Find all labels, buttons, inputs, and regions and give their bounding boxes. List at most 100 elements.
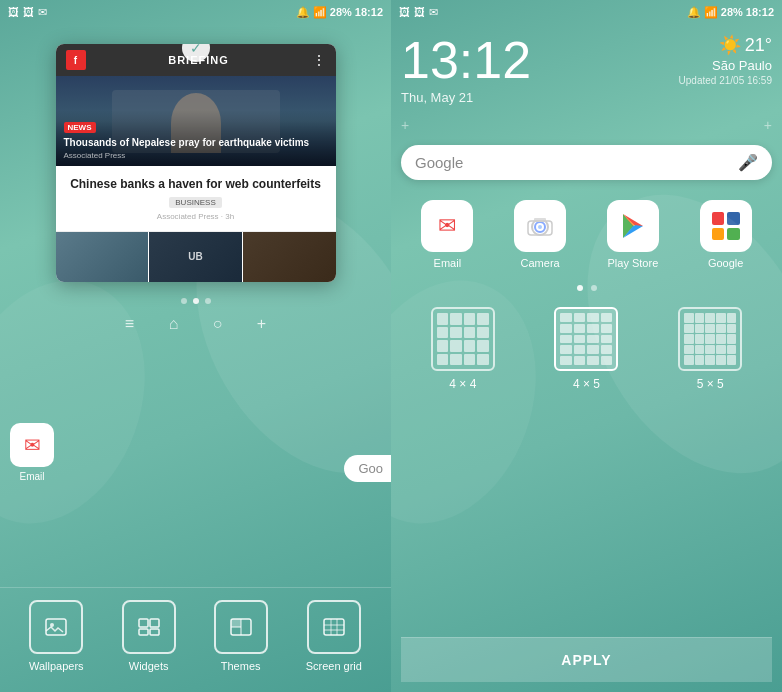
circle-icon[interactable]: ○ [206, 312, 230, 336]
dot-3 [205, 298, 211, 304]
grid-option-4x5[interactable]: 4 × 5 [554, 307, 618, 391]
email-app-icon: ✉ [421, 200, 473, 252]
status-left-icons: 🖼 🖼 ✉ [8, 6, 47, 19]
playstore-app-icon [607, 200, 659, 252]
app-camera[interactable]: Camera [514, 200, 566, 269]
grid-box-4x4 [431, 307, 495, 371]
plus-icon[interactable]: + [250, 312, 274, 336]
themes-icon [214, 600, 268, 654]
news-headline: Thousands of Nepalese pray for earthquak… [64, 136, 328, 149]
menu-widgets[interactable]: Widgets [122, 600, 176, 672]
left-bottom-menu: Wallpapers Widgets [0, 587, 391, 692]
plus-right: + [764, 117, 772, 133]
news-badge: NEWS [64, 122, 96, 133]
camera-svg [525, 214, 555, 238]
thumb-2: UB [149, 232, 243, 282]
right-status-time: 18:12 [746, 6, 774, 18]
widget-plus-row: + + [401, 117, 772, 133]
sun-icon: ☀️ [719, 34, 741, 56]
app-play-store[interactable]: Play Store [607, 200, 659, 269]
dot-2-active [193, 298, 199, 304]
google-cell-red [712, 212, 725, 225]
widgets-icon [122, 600, 176, 654]
menu-screen-grid[interactable]: Screen grid [306, 600, 362, 672]
card-article: Chinese banks a haven for web counterfei… [56, 166, 336, 232]
grid-option-5x5[interactable]: 5 × 5 [678, 307, 742, 391]
right-status-icon-3: ✉ [429, 6, 438, 19]
right-status-right: 🔔 📶 28% 18:12 [687, 6, 774, 19]
app-google[interactable]: Google [700, 200, 752, 269]
grid-label-5x5: 5 × 5 [697, 377, 724, 391]
svg-rect-5 [150, 629, 159, 635]
hamburger-icon[interactable]: ≡ [118, 312, 142, 336]
camera-app-label: Camera [521, 257, 560, 269]
left-status-bar: 🖼 🖼 ✉ 🔔 📶 28% 18:12 [0, 0, 391, 24]
app-card[interactable]: ✓ f BRIEFING ⋮ NEWS Thousands o [56, 44, 336, 282]
grid-label-4x4: 4 × 4 [449, 377, 476, 391]
clock-time: 13:12 [401, 34, 531, 86]
bottom-icons-row: ≡ ⌂ ○ + [118, 312, 274, 336]
svg-rect-4 [139, 629, 148, 635]
menu-wallpapers[interactable]: Wallpapers [29, 600, 84, 672]
google-cell-green [727, 228, 740, 241]
right-status-left: 🖼 🖼 ✉ [399, 6, 438, 19]
wallpapers-svg [45, 618, 67, 636]
article-source: Associated Press · 3h [66, 212, 326, 221]
screen-grid-svg [323, 618, 345, 636]
clock-widget: 13:12 Thu, May 21 ☀️ 21° São Paulo Updat… [401, 34, 772, 105]
search-placeholder: Google [415, 154, 738, 171]
weather-temp: 21° [745, 35, 772, 56]
dot-1 [181, 298, 187, 304]
left-main-content: ✓ f BRIEFING ⋮ NEWS Thousands o [0, 24, 391, 587]
plus-left: + [401, 117, 409, 133]
apply-button[interactable]: APPLY [401, 637, 772, 682]
flipboard-menu-dots[interactable]: ⋮ [312, 52, 326, 68]
spacer [401, 399, 772, 637]
screen-grid-label: Screen grid [306, 660, 362, 672]
status-icon-3: ✉ [38, 6, 47, 19]
svg-rect-10 [324, 619, 344, 635]
status-icon-2: 🖼 [23, 6, 34, 18]
right-status-mute: 🔔 [687, 6, 701, 19]
article-badge: BUSINESS [169, 197, 221, 208]
clock-right-weather: ☀️ 21° São Paulo Updated 21/05 16:59 [679, 34, 772, 86]
status-wifi-icon: 📶 [313, 6, 327, 19]
grid-label-4x5: 4 × 5 [573, 377, 600, 391]
clock-left: 13:12 Thu, May 21 [401, 34, 531, 105]
widgets-label: Widgets [129, 660, 169, 672]
grid-option-4x4[interactable]: 4 × 4 [431, 307, 495, 391]
status-icon-1: 🖼 [8, 6, 19, 18]
card-thumbnails: UB [56, 232, 336, 282]
weather-updated: Updated 21/05 16:59 [679, 75, 772, 86]
mic-icon[interactable]: 🎤 [738, 153, 758, 172]
svg-point-17 [538, 225, 542, 229]
google-app-label: Google [708, 257, 743, 269]
app-email[interactable]: ✉ Email [421, 200, 473, 269]
right-dot-1 [577, 285, 583, 291]
thumb-2-text: UB [188, 251, 202, 262]
thumb-1 [56, 232, 150, 282]
right-dot-2 [591, 285, 597, 291]
svg-rect-3 [150, 619, 159, 627]
google-search-bar[interactable]: Google 🎤 [401, 145, 772, 180]
home-icon[interactable]: ⌂ [162, 312, 186, 336]
apps-dock: ✉ Email Camera [401, 200, 772, 269]
wallpapers-icon [29, 600, 83, 654]
google-partial-bar: Goo [344, 455, 391, 482]
playstore-svg [618, 211, 648, 241]
google-cell-blue [727, 212, 740, 225]
themes-svg [230, 618, 252, 636]
email-icon[interactable]: ✉ [10, 423, 54, 467]
widgets-svg [138, 618, 160, 636]
svg-rect-2 [139, 619, 148, 627]
news-source: Associated Press [64, 151, 328, 160]
google-cell-yellow [712, 228, 725, 241]
screen-grid-icon [307, 600, 361, 654]
email-app-label: Email [434, 257, 462, 269]
right-page-dots [401, 285, 772, 291]
menu-themes[interactable]: Themes [214, 600, 268, 672]
right-status-icon-2: 🖼 [414, 6, 425, 18]
email-floating: ✉ Email [10, 423, 54, 482]
flipboard-logo: f [66, 50, 86, 70]
right-panel: 🖼 🖼 ✉ 🔔 📶 28% 18:12 13:12 Thu, May 21 ☀️… [391, 0, 782, 692]
